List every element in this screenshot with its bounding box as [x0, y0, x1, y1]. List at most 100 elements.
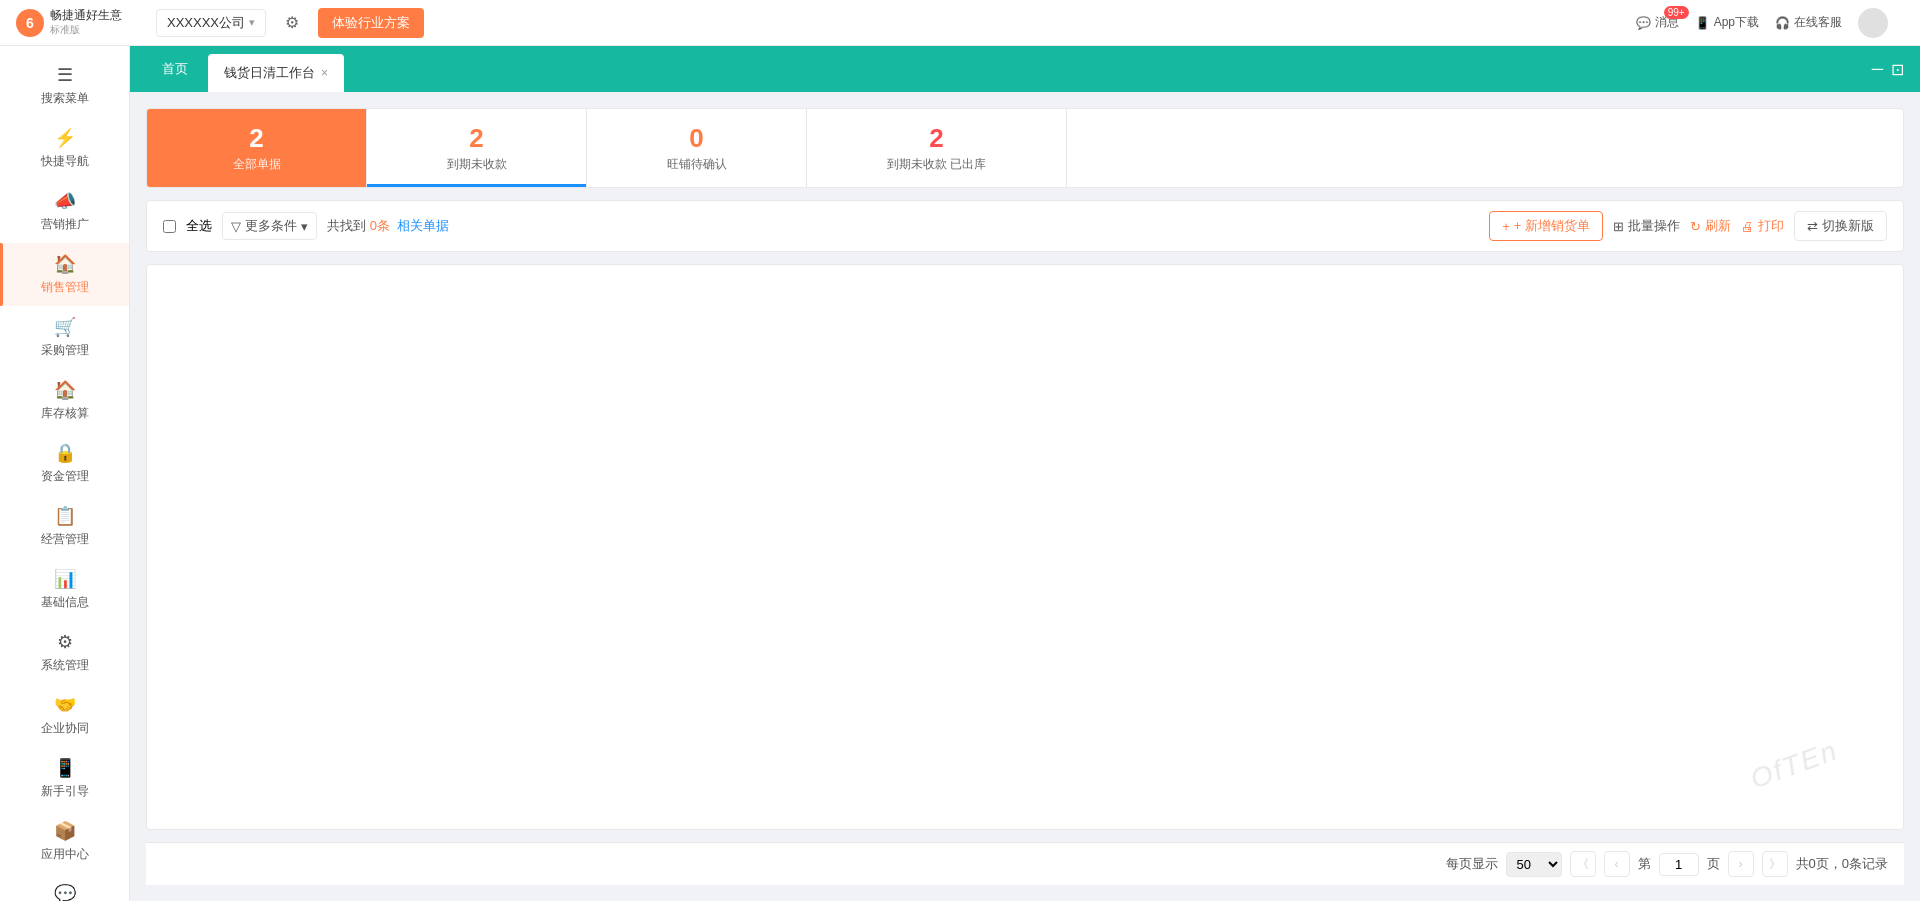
tab-close-button[interactable]: ×	[321, 66, 328, 80]
related-link[interactable]: 相关单据	[397, 218, 449, 233]
next-page-button[interactable]: ›	[1728, 851, 1754, 877]
sidebar-item-enterprise[interactable]: 🤝 企业协同	[0, 684, 129, 747]
message-button[interactable]: 💬 消息 99+	[1636, 14, 1679, 31]
refresh-button[interactable]: ↻ 刷新	[1690, 217, 1731, 235]
stat-overdue-shipped-label: 到期未收款 已出库	[827, 156, 1046, 173]
per-page-select[interactable]: 50 100 200	[1506, 852, 1562, 877]
batch-operation-button[interactable]: ⊞ 批量操作	[1613, 217, 1680, 235]
toolbar: 全选 ▽ 更多条件 ▾ 共找到 0条 相关单据 + + 新增销	[146, 200, 1904, 252]
enterprise-icon: 🤝	[54, 694, 76, 716]
print-icon: 🖨	[1741, 219, 1754, 234]
toolbar-left: 全选 ▽ 更多条件 ▾ 共找到 0条 相关单据	[163, 212, 1477, 240]
switch-version-button[interactable]: ⇄ 切换新版	[1794, 211, 1887, 241]
tab-qian-huo[interactable]: 钱货日清工作台 ×	[208, 54, 344, 92]
page-number-input[interactable]	[1659, 853, 1699, 876]
sidebar-label-guide: 新手引导	[41, 783, 89, 800]
toolbar-right: + + 新增销货单 ⊞ 批量操作 ↻ 刷新 🖨 打印	[1489, 211, 1887, 241]
sidebar-item-operation[interactable]: 📋 经营管理	[0, 495, 129, 558]
sidebar-item-finance[interactable]: 🔒 资金管理	[0, 432, 129, 495]
first-page-button[interactable]: 《	[1570, 851, 1596, 877]
sidebar-label-purchase: 采购管理	[41, 342, 89, 359]
online-service-button[interactable]: 🎧 在线客服	[1775, 14, 1842, 31]
system-icon: ⚙	[57, 631, 73, 653]
found-text: 共找到 0条 相关单据	[327, 217, 449, 235]
sidebar-item-marketing[interactable]: 📣 营销推广	[0, 180, 129, 243]
print-button[interactable]: 🖨 打印	[1741, 217, 1784, 235]
guide-icon: 📱	[54, 757, 76, 779]
refresh-icon: ↻	[1690, 219, 1701, 234]
page-label: 第	[1638, 855, 1651, 873]
page-suffix: 页	[1707, 855, 1720, 873]
last-page-button[interactable]: 》	[1762, 851, 1788, 877]
header-left: 6 畅捷通好生意 标准版 XXXXXX公司 ▾ ⚙ 体验行业方案	[16, 7, 424, 39]
print-btn-label: 打印	[1758, 217, 1784, 235]
stat-wangwang[interactable]: 0 旺铺待确认	[587, 109, 807, 187]
stat-all[interactable]: 2 全部单据	[147, 109, 367, 187]
sidebar-label-system: 系统管理	[41, 657, 89, 674]
sidebar-item-basic-info[interactable]: 📊 基础信息	[0, 558, 129, 621]
stat-wangwang-number: 0	[607, 123, 786, 154]
select-all-checkbox[interactable]	[163, 220, 176, 233]
sidebar-item-purchase[interactable]: 🛒 采购管理	[0, 306, 129, 369]
basic-info-icon: 📊	[54, 568, 76, 590]
sidebar-item-quick-nav[interactable]: ⚡ 快捷导航	[0, 117, 129, 180]
app-download-button[interactable]: 📱 App下载	[1695, 14, 1759, 31]
settings-button[interactable]: ⚙	[276, 7, 308, 39]
sidebar-label-inventory: 库存核算	[41, 405, 89, 422]
sidebar-item-search-menu[interactable]: ☰ 搜索菜单	[0, 54, 129, 117]
logo-title: 畅捷通好生意	[50, 8, 122, 24]
sidebar-label-finance: 资金管理	[41, 468, 89, 485]
search-menu-icon: ☰	[57, 64, 73, 86]
filter-button[interactable]: ▽ 更多条件 ▾	[222, 212, 317, 240]
add-btn-label: + 新增销货单	[1514, 217, 1590, 235]
service-icon: 🎧	[1775, 16, 1790, 30]
stat-all-label: 全部单据	[167, 156, 346, 173]
logo-area: 6 畅捷通好生意 标准版	[16, 8, 146, 38]
stat-all-number: 2	[167, 123, 346, 154]
sidebar-item-wechat[interactable]: 💬 企业微信	[0, 873, 129, 901]
total-label: 共0页，0条记录	[1796, 855, 1888, 873]
table-area	[146, 264, 1904, 830]
app-center-icon: 📦	[54, 820, 76, 842]
download-icon: 📱	[1695, 16, 1710, 30]
company-name: XXXXXX公司	[167, 14, 245, 32]
sidebar-item-app-center[interactable]: 📦 应用中心	[0, 810, 129, 873]
add-sales-order-button[interactable]: + + 新增销货单	[1489, 211, 1603, 241]
sidebar-item-sales[interactable]: 🏠 销售管理	[0, 243, 129, 306]
sidebar-label-basic-info: 基础信息	[41, 594, 89, 611]
logo-icon: 6	[16, 9, 44, 37]
sidebar-item-system[interactable]: ⚙ 系统管理	[0, 621, 129, 684]
filter-arrow-icon: ▾	[301, 219, 308, 234]
company-dropdown-arrow: ▾	[249, 16, 255, 29]
avatar[interactable]	[1858, 8, 1888, 38]
stats-row: 2 全部单据 2 到期未收款 0 旺铺待确认 2 到期未收款 已出库	[146, 108, 1904, 188]
inventory-icon: 🏠	[54, 379, 76, 401]
purchase-icon: 🛒	[54, 316, 76, 338]
experience-button[interactable]: 体验行业方案	[318, 8, 424, 38]
found-prefix: 共找到	[327, 218, 366, 233]
operation-icon: 📋	[54, 505, 76, 527]
main-layout: ☰ 搜索菜单 ⚡ 快捷导航 📣 营销推广 🏠 销售管理 🛒 采购管理 🏠 库存核…	[0, 46, 1920, 901]
add-icon: +	[1502, 219, 1510, 234]
stat-overdue-shipped[interactable]: 2 到期未收款 已出库	[807, 109, 1067, 187]
switch-btn-label: 切换新版	[1822, 217, 1874, 235]
logo-text: 畅捷通好生意 标准版	[50, 8, 122, 38]
tab-home[interactable]: 首页	[146, 52, 204, 86]
tab-label: 钱货日清工作台	[224, 64, 315, 82]
sidebar-item-inventory[interactable]: 🏠 库存核算	[0, 369, 129, 432]
found-count: 0条	[370, 218, 390, 233]
active-indicator	[0, 243, 3, 306]
sidebar-label-marketing: 营销推广	[41, 216, 89, 233]
minimize-button[interactable]: ─	[1872, 60, 1883, 79]
prev-page-button[interactable]: ‹	[1604, 851, 1630, 877]
company-selector[interactable]: XXXXXX公司 ▾	[156, 9, 266, 37]
stat-overdue-shipped-number: 2	[827, 123, 1046, 154]
maximize-button[interactable]: ⊡	[1891, 60, 1904, 79]
sales-icon: 🏠	[54, 253, 76, 275]
sidebar-label-search-menu: 搜索菜单	[41, 90, 89, 107]
stat-overdue[interactable]: 2 到期未收款	[367, 109, 587, 187]
sidebar-item-guide[interactable]: 📱 新手引导	[0, 747, 129, 810]
wechat-icon: 💬	[54, 883, 76, 901]
tab-bar-actions: ─ ⊡	[1872, 60, 1904, 79]
per-page-label: 每页显示	[1446, 855, 1498, 873]
